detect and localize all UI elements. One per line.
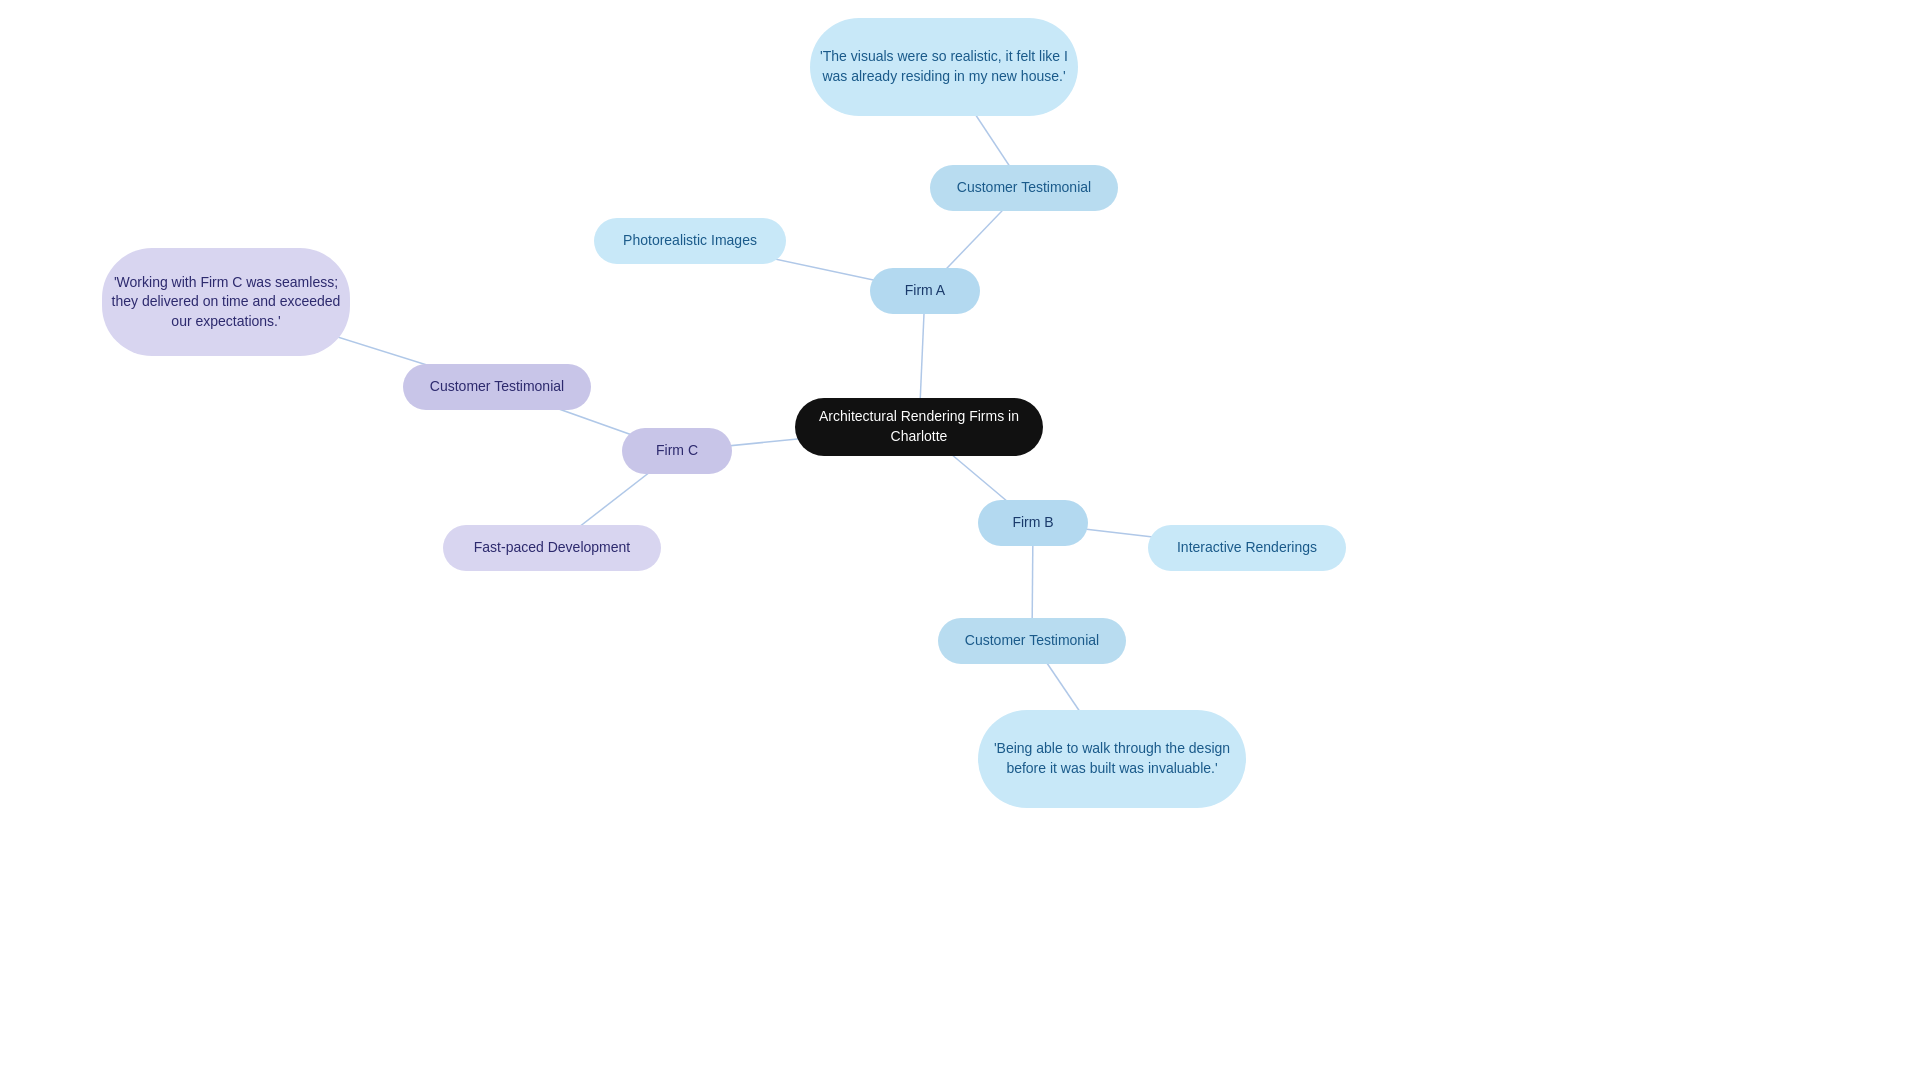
firm-a-label: Firm A	[899, 281, 951, 301]
customer-testimonial-a-node[interactable]: Customer Testimonial	[930, 165, 1118, 211]
customer-testimonial-b-node[interactable]: Customer Testimonial	[938, 618, 1126, 664]
fast-paced-development-node[interactable]: Fast-paced Development	[443, 525, 661, 571]
interactive-renderings-label: Interactive Renderings	[1171, 538, 1323, 558]
testimonial-c-label: Customer Testimonial	[424, 377, 570, 397]
quote-a-label: 'The visuals were so realistic, it felt …	[810, 47, 1078, 86]
testimonial-b-label: Customer Testimonial	[959, 631, 1105, 651]
quote-b-node[interactable]: 'Being able to walk through the design b…	[978, 710, 1246, 808]
central-node[interactable]: Architectural Rendering Firms in Charlot…	[795, 398, 1043, 456]
quote-a-node[interactable]: 'The visuals were so realistic, it felt …	[810, 18, 1078, 116]
interactive-renderings-node[interactable]: Interactive Renderings	[1148, 525, 1346, 571]
fast-paced-label: Fast-paced Development	[468, 538, 636, 558]
firm-c-node[interactable]: Firm C	[622, 428, 732, 474]
central-node-label: Architectural Rendering Firms in Charlot…	[795, 407, 1043, 446]
quote-c-node[interactable]: 'Working with Firm C was seamless; they …	[102, 248, 350, 356]
photorealistic-images-node[interactable]: Photorealistic Images	[594, 218, 786, 264]
firm-c-label: Firm C	[650, 441, 704, 461]
quote-c-label: 'Working with Firm C was seamless; they …	[102, 273, 350, 332]
quote-b-label: 'Being able to walk through the design b…	[978, 739, 1246, 778]
customer-testimonial-c-node[interactable]: Customer Testimonial	[403, 364, 591, 410]
firm-b-label: Firm B	[1006, 513, 1059, 533]
testimonial-a-label: Customer Testimonial	[951, 178, 1097, 198]
firm-b-node[interactable]: Firm B	[978, 500, 1088, 546]
photorealistic-label: Photorealistic Images	[617, 231, 763, 251]
firm-a-node[interactable]: Firm A	[870, 268, 980, 314]
